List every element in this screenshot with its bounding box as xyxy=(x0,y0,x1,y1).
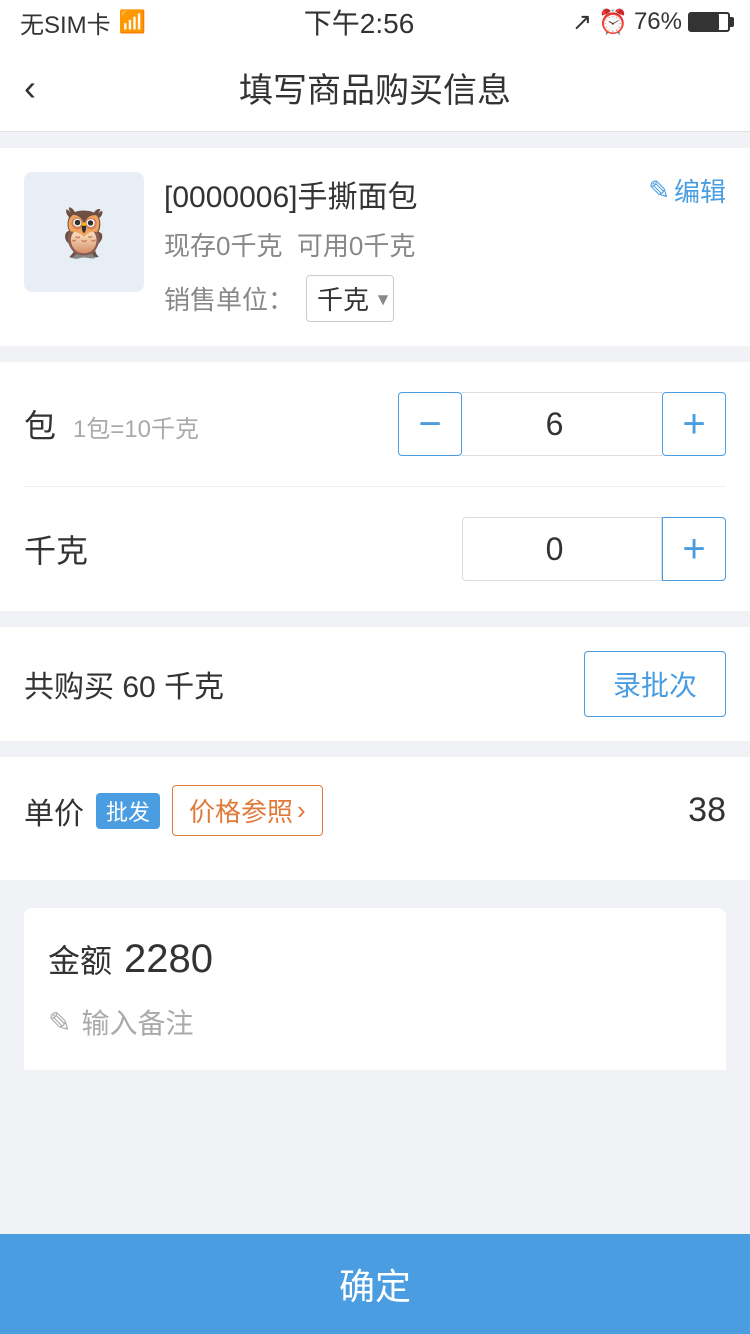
amount-section: 金额 2280 ✎ 输入备注 xyxy=(0,880,750,1070)
price-section: 单价 批发 价格参照 › 38 xyxy=(0,757,750,880)
confirm-text: 确定 xyxy=(339,1258,411,1310)
status-time: 下午2:56 xyxy=(304,2,415,42)
amount-card: 金额 2280 ✎ 输入备注 xyxy=(24,908,726,1070)
product-unit-row: 销售单位： 千克 ▾ xyxy=(164,275,726,322)
quantity-section: 包 1包=10千克 − + 千克 + xyxy=(0,362,750,611)
amount-value: 2280 xyxy=(124,937,213,982)
status-bar: 无SIM卡 📶 下午2:56 ↗ ⏰ 76% xyxy=(0,0,750,44)
status-left: 无SIM卡 📶 xyxy=(20,5,146,40)
unit-dropdown-icon: ▾ xyxy=(378,286,388,311)
price-left: 单价 批发 价格参照 › xyxy=(24,785,323,836)
alarm-icon: ⏰ xyxy=(598,8,628,37)
edit-icon: ✎ xyxy=(648,175,670,206)
pack-decrement-button[interactable]: − xyxy=(398,392,462,456)
unit-select-wrapper[interactable]: 千克 ▾ xyxy=(306,275,394,322)
pack-qty-input[interactable] xyxy=(462,392,662,456)
price-row: 单价 批发 价格参照 › 38 xyxy=(24,785,726,836)
wholesale-badge: 批发 xyxy=(96,793,160,829)
battery-icon xyxy=(688,12,730,32)
price-value: 38 xyxy=(688,791,726,830)
kg-label: 千克 xyxy=(24,526,462,572)
product-stock: 现存0千克 可用0千克 xyxy=(164,226,726,263)
wifi-icon: 📶 xyxy=(119,9,146,35)
kg-increment-button[interactable]: + xyxy=(662,517,726,581)
back-button[interactable]: ‹ xyxy=(24,67,36,109)
total-text: 共购买 60 千克 xyxy=(24,662,224,706)
kg-qty-input[interactable] xyxy=(462,517,662,581)
product-thumbnail: 🦉 xyxy=(24,172,144,292)
location-icon: ↗ xyxy=(572,8,592,37)
confirm-bar[interactable]: 确定 xyxy=(0,1234,750,1334)
total-section: 共购买 60 千克 录批次 xyxy=(0,627,750,741)
product-card: 🦉 [0000006]手撕面包 ✎ 编辑 现存0千克 可用0千克 销售单位： 千… xyxy=(0,148,750,346)
pack-qty-row: 包 1包=10千克 − + xyxy=(24,362,726,487)
pack-hint: 1包=10千克 xyxy=(73,416,199,443)
pack-increment-button[interactable]: + xyxy=(662,392,726,456)
pencil-icon: ✎ xyxy=(48,1006,71,1039)
price-label: 单价 xyxy=(24,789,84,833)
page-title: 填写商品购买信息 xyxy=(239,63,511,112)
edit-button[interactable]: ✎ 编辑 xyxy=(648,172,726,209)
status-right: ↗ ⏰ 76% xyxy=(572,8,730,37)
pack-qty-controls: − + xyxy=(398,392,726,456)
amount-row: 金额 2280 xyxy=(48,936,702,982)
note-placeholder[interactable]: 输入备注 xyxy=(81,1002,193,1042)
kg-qty-row: 千克 + xyxy=(24,487,726,611)
battery-percent: 76% xyxy=(634,8,682,36)
nav-bar: ‹ 填写商品购买信息 xyxy=(0,44,750,132)
batch-button[interactable]: 录批次 xyxy=(584,651,726,717)
carrier-text: 无SIM卡 xyxy=(20,5,111,40)
product-name: [0000006]手撕面包 xyxy=(164,172,417,216)
pack-label: 包 1包=10千克 xyxy=(24,401,398,447)
price-ref-button[interactable]: 价格参照 › xyxy=(172,785,323,836)
price-ref-arrow-icon: › xyxy=(297,795,306,826)
amount-label: 金额 xyxy=(48,936,112,982)
product-logo-icon: 🦉 xyxy=(54,204,114,261)
product-info: [0000006]手撕面包 ✎ 编辑 现存0千克 可用0千克 销售单位： 千克 … xyxy=(164,172,726,322)
note-row[interactable]: ✎ 输入备注 xyxy=(48,1002,702,1042)
kg-qty-controls: + xyxy=(462,517,726,581)
